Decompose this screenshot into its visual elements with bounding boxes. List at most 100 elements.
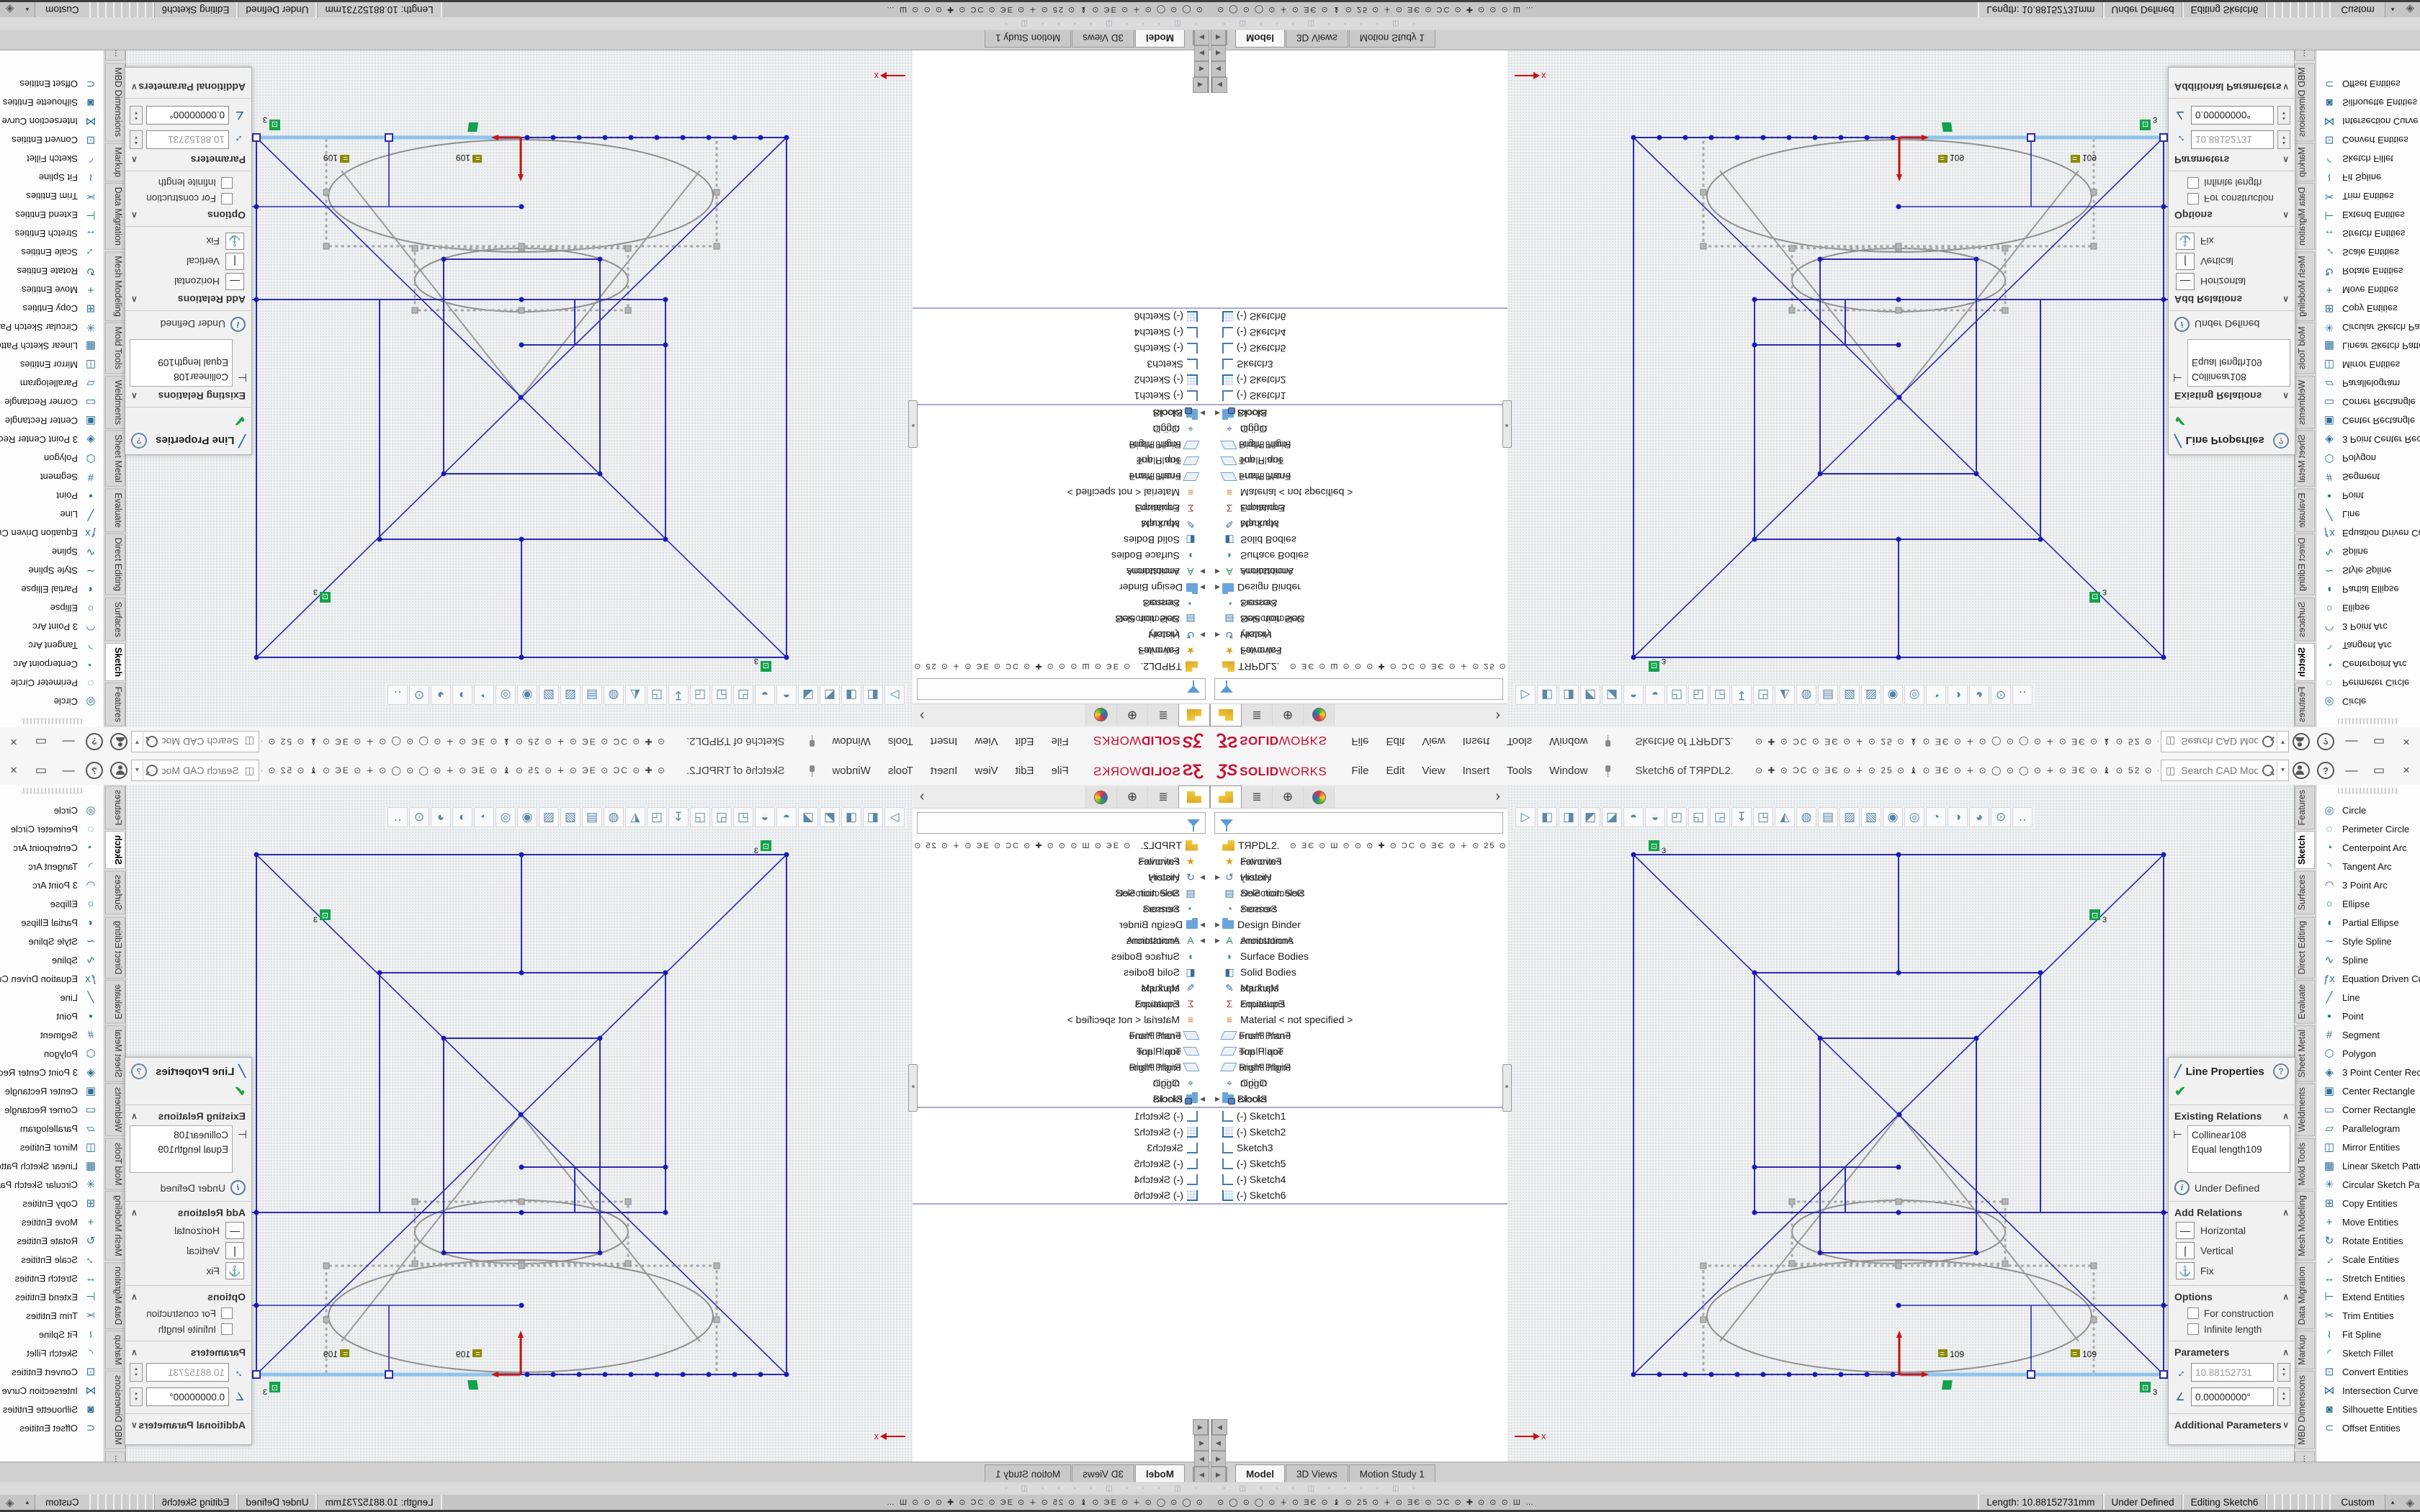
expand-arrow-icon[interactable]: ▶ — [1198, 921, 1207, 929]
options-header[interactable]: Options∧ — [2169, 1286, 2295, 1305]
sketch-tool-button[interactable]: ↔ Stretch Entities — [2316, 1269, 2420, 1287]
pin-icon[interactable] — [1601, 765, 1613, 776]
document-tab[interactable]: Model — [1135, 30, 1185, 48]
sketch-tool-button[interactable]: ∿ Spline — [2316, 950, 2420, 969]
tree-item[interactable]: Right PlaneRight Plane — [913, 1059, 1210, 1075]
sketch-tool-button[interactable]: ◫ Mirror Entities — [2316, 1138, 2420, 1156]
add-relation-button[interactable]: ❘ Vertical — [125, 1241, 251, 1261]
commandmanager-tab[interactable]: Weldments — [2295, 375, 2315, 428]
checkbox[interactable] — [2187, 177, 2199, 189]
existing-relations-header[interactable]: Existing Relations∧ — [125, 1105, 251, 1124]
displaymanager-tab[interactable] — [1304, 704, 1335, 726]
parameters-header[interactable]: Parameters∧ — [125, 152, 251, 171]
sketch-tool-button[interactable]: ◔ Centerpoint Arc — [2316, 838, 2420, 857]
sketch-tool-button[interactable]: ƒx Equation Driven Curve — [2316, 524, 2420, 543]
configurationmanager-tab[interactable]: ≣ — [1147, 704, 1178, 726]
commandmanager-tab[interactable]: Mesh Modeling — [105, 1191, 125, 1261]
tree-item[interactable]: ▶ Design BinderDesign Binder — [913, 917, 1210, 932]
tree-filter-box[interactable] — [1214, 812, 1503, 834]
tree-item[interactable]: (-) Sketch6(-) Sketch6 — [913, 307, 1210, 325]
length-field[interactable]: 10.88152731 — [146, 130, 229, 149]
sketch-tool-button[interactable]: ╱ Line — [2316, 988, 2420, 1007]
option-row[interactable]: For construction — [125, 192, 251, 207]
tree-item[interactable]: ≡ Material < not specified >Material < n… — [1210, 1012, 1507, 1027]
checkbox[interactable] — [2187, 1323, 2199, 1335]
pin-icon[interactable] — [808, 736, 820, 747]
minimize-button[interactable]: — — [2338, 734, 2365, 749]
help-button[interactable]: ? — [2313, 729, 2338, 754]
sketch-tool-button[interactable]: ◔ Centerpoint Arc — [0, 655, 104, 674]
sketch-tool-button[interactable]: ∼ Style Spline — [2316, 562, 2420, 580]
menu-item[interactable]: File — [1043, 728, 1077, 756]
pm-help-icon[interactable]: ? — [2273, 433, 2289, 449]
tree-item[interactable]: ◔ SensorsSensors — [1210, 595, 1507, 611]
tree-item[interactable]: ★ FavoritesFavorites — [913, 853, 1210, 869]
panel-splitter-handle[interactable] — [908, 1064, 918, 1112]
tab-scroll-button[interactable]: ▶ — [1193, 30, 1209, 45]
sketch-tool-button[interactable]: ▪ Point — [2316, 487, 2420, 505]
sketch-tool-button[interactable]: ✳ Circular Sketch Pattern — [2316, 1175, 2420, 1194]
commandmanager-tab[interactable]: Evaluate — [105, 488, 125, 532]
sketch-tool-button[interactable]: # Segment — [0, 468, 104, 487]
tree-item[interactable]: ▤ Selection SetsSelection Sets — [1210, 885, 1507, 901]
tree-item[interactable]: ★ FavoritesFavorites — [913, 643, 1210, 659]
account-button[interactable] — [107, 729, 131, 754]
sketch-tool-button[interactable]: ◎ Circle — [2316, 801, 2420, 819]
tree-item[interactable]: ▶ A AnnotationsAnnotations — [913, 932, 1210, 948]
minimize-button[interactable]: — — [2338, 763, 2365, 778]
sketch-tool-button[interactable]: ▭ Corner Rectangle — [0, 1100, 104, 1119]
close-button[interactable]: × — [2393, 763, 2420, 778]
tree-item[interactable]: ▤ Selection SetsSelection Sets — [913, 611, 1210, 627]
sketch-tool-button[interactable]: ◖ Partial Ellipse — [2316, 580, 2420, 599]
tab-scroll-button[interactable]: ◀ — [1193, 77, 1209, 93]
add-relation-button[interactable]: ⚓ Fix — [2169, 1261, 2295, 1281]
pm-help-icon[interactable]: ? — [2273, 1063, 2289, 1079]
document-tab[interactable]: Motion Study 1 — [1349, 30, 1435, 48]
commandmanager-tab[interactable]: Data Migration — [2295, 183, 2315, 250]
tree-filter-box[interactable] — [1214, 678, 1503, 700]
tree-item[interactable]: ◧ Solid BodiesSolid Bodies — [1210, 964, 1507, 980]
tree-item[interactable]: (-) Sketch2(-) Sketch2 — [1210, 1124, 1507, 1140]
toolbar-drag-handle[interactable] — [21, 788, 82, 793]
search-dropdown-icon[interactable]: ▾ — [2277, 761, 2288, 780]
sketch-tool-button[interactable]: ◝ Tangent Arc — [0, 636, 104, 655]
relations-listbox[interactable]: Collinear108Equal length109 — [2187, 339, 2290, 387]
commandmanager-tab[interactable]: Markup — [105, 143, 125, 181]
commandmanager-tab[interactable]: Evaluate — [105, 980, 125, 1024]
sketch-tool-button[interactable]: ◎ Circle — [0, 801, 104, 819]
expand-arrow-icon[interactable]: ▶ — [1198, 584, 1207, 592]
minimize-button[interactable]: — — [55, 734, 82, 749]
tree-item[interactable]: (-) Sketch4(-) Sketch4 — [913, 1171, 1210, 1187]
expand-arrow-icon[interactable]: ▶ — [1213, 631, 1222, 639]
tree-item[interactable]: ▶ BlocksBlocks — [913, 1091, 1210, 1108]
tree-item[interactable]: ≡ Material < not specified >Material < n… — [913, 1012, 1210, 1027]
commandmanager-tab[interactable]: Markup — [105, 1331, 125, 1369]
tab-scroll-button[interactable]: ▶ — [1211, 1451, 1226, 1467]
sketch-tool-button[interactable]: ✂ Trim Entities — [0, 1306, 104, 1325]
relations-listbox[interactable]: Collinear108Equal length109 — [130, 339, 233, 387]
relation-entry[interactable]: Equal length109 — [134, 355, 228, 369]
additional-parameters-header[interactable]: Additional Parameters∨ — [2169, 1414, 2295, 1433]
tab-scroll-button[interactable]: ◀ — [1211, 61, 1226, 77]
existing-relations-header[interactable]: Existing Relations∧ — [2169, 388, 2295, 407]
sketch-tool-button[interactable]: ≀ Fit Spline — [2316, 1325, 2420, 1344]
sketch-tool-button[interactable]: + Move Entities — [2316, 281, 2420, 300]
sketch-tool-button[interactable]: ◜ Sketch Fillet — [2316, 150, 2420, 168]
add-relations-header[interactable]: Add Relations∧ — [125, 1202, 251, 1220]
checkbox[interactable] — [221, 1323, 233, 1335]
commandmanager-tab[interactable]: Features — [105, 786, 125, 829]
option-row[interactable]: For construction — [125, 1305, 251, 1320]
sketch-tool-button[interactable]: ▱ Parallelogram — [0, 374, 104, 393]
tree-filter-box[interactable] — [917, 678, 1206, 700]
sketch-tool-button[interactable]: ◌ Perimeter Circle — [2316, 819, 2420, 838]
add-relation-button[interactable]: ⚓ Fix — [2169, 231, 2295, 251]
search-icon[interactable] — [146, 736, 158, 747]
restore-button[interactable]: ▭ — [27, 734, 55, 749]
tree-item[interactable]: (-) Sketch5(-) Sketch5 — [913, 1156, 1210, 1171]
tree-item[interactable]: ▶ BlocksBlocks — [913, 404, 1210, 421]
menu-item[interactable]: Tools — [879, 757, 922, 785]
restore-button[interactable]: ▭ — [27, 763, 55, 778]
sketch-tool-button[interactable]: ◖ Partial Ellipse — [0, 913, 104, 932]
search-input[interactable] — [161, 735, 241, 748]
search-icon[interactable] — [146, 765, 158, 776]
